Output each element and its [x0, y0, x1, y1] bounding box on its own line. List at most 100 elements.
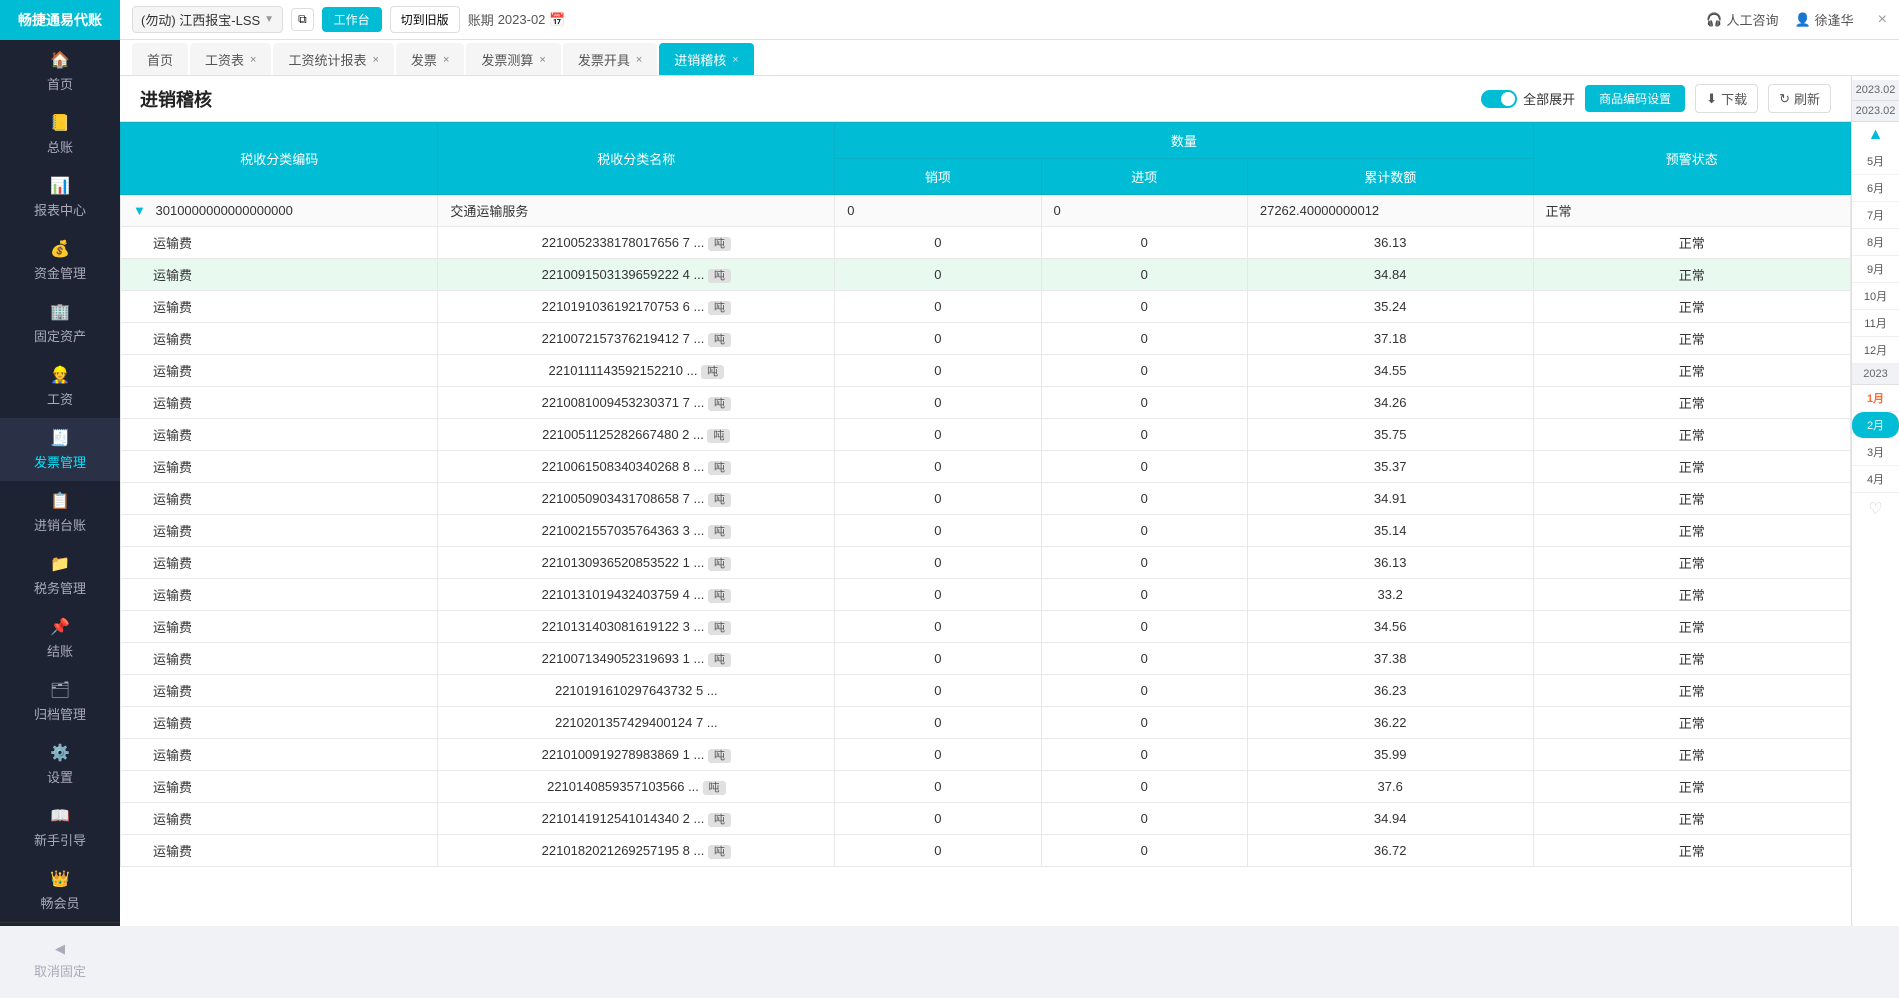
sidebar-item-settings[interactable]: ⚙️ 设置 [0, 733, 120, 796]
unit-tag: 吨 [708, 813, 731, 827]
close-period-icon: 📌 [50, 617, 70, 637]
sidebar-item-inout[interactable]: 📋 进销台账 [0, 481, 120, 544]
tab-payroll-stats-label: 工资统计报表 [288, 50, 366, 69]
sidebar-unpin[interactable]: ◀ 取消固定 [0, 931, 120, 990]
headset-icon: 🎧 [1706, 12, 1722, 28]
item-purchase: 0 [1041, 547, 1247, 579]
sidebar-item-guide[interactable]: 📖 新手引导 [0, 796, 120, 859]
item-name-cell: 运输费 [121, 451, 438, 483]
tax-icon: 📁 [50, 554, 70, 574]
tab-invoice-issue[interactable]: 发票开具 × [563, 43, 657, 75]
rp-month-6[interactable]: 6月 [1852, 175, 1899, 202]
rp-month-10[interactable]: 10月 [1852, 283, 1899, 310]
item-sales: 0 [835, 227, 1041, 259]
item-sales: 0 [835, 291, 1041, 323]
item-purchase: 0 [1041, 611, 1247, 643]
rp-month-2[interactable]: 2月 [1852, 412, 1899, 439]
user-menu[interactable]: 👤 徐逢华 [1794, 10, 1853, 29]
item-status: 正常 [1533, 355, 1850, 387]
tab-payroll[interactable]: 工资表 × [190, 43, 271, 75]
item-name-cell: 运输费 [121, 227, 438, 259]
rp-year-2023: 2023 [1852, 364, 1899, 385]
item-code-cell: 2210141912541014340 2 ... 吨 [438, 803, 835, 835]
switch-version-button[interactable]: 切到旧版 [390, 6, 460, 33]
sidebar-item-reports[interactable]: 📊 报表中心 [0, 166, 120, 229]
rp-month-4[interactable]: 4月 [1852, 466, 1899, 493]
rp-month-3[interactable]: 3月 [1852, 439, 1899, 466]
sidebar-item-payroll[interactable]: 👷 工资 [0, 355, 120, 418]
item-cumulative: 35.24 [1247, 291, 1533, 323]
table-container: 税收分类编码 税收分类名称 数量 预警状态 销项 进项 累计数额 [120, 122, 1851, 926]
rp-month-7[interactable]: 7月 [1852, 202, 1899, 229]
tab-home[interactable]: 首页 [132, 43, 188, 75]
expand-icon[interactable]: ▼ [133, 203, 146, 218]
table-row: 运输费 2210100919278983869 1 ... 吨 0 0 35.9… [121, 739, 1851, 771]
item-code-cell: 2210111143592152210 ... 吨 [438, 355, 835, 387]
sidebar-item-tax[interactable]: 📁 税务管理 [0, 544, 120, 607]
support-link[interactable]: 🎧 人工咨询 [1706, 10, 1778, 29]
item-cumulative: 34.55 [1247, 355, 1533, 387]
sidebar-item-close[interactable]: 📌 结账 [0, 607, 120, 670]
sidebar-item-label: 归档管理 [34, 704, 86, 723]
rp-month-9[interactable]: 9月 [1852, 256, 1899, 283]
item-status: 正常 [1533, 611, 1850, 643]
rp-month-1[interactable]: 1月 [1852, 385, 1899, 412]
sidebar-item-label: 报表中心 [34, 200, 86, 219]
toggle-expand[interactable]: 全部展开 [1481, 89, 1575, 108]
item-code-cell: 2210100919278983869 1 ... 吨 [438, 739, 835, 771]
tab-invoice-close[interactable]: × [443, 54, 449, 66]
rp-month-8[interactable]: 8月 [1852, 229, 1899, 256]
tab-invoice-calc[interactable]: 发票测算 × [466, 43, 560, 75]
item-sales: 0 [835, 515, 1041, 547]
sidebar-item-invoice[interactable]: 🧾 发票管理 [0, 418, 120, 481]
table-row: 运输费 2210182021269257195 8 ... 吨 0 0 36.7… [121, 835, 1851, 867]
item-name-cell: 运输费 [121, 291, 438, 323]
tab-invoice-issue-close[interactable]: × [636, 54, 642, 66]
company-selector[interactable]: (勿动) 江西报宝-LSS ▼ [132, 6, 283, 33]
tab-reconcile-close[interactable]: × [732, 54, 738, 66]
table-row: 运输费 2210061508340340268 8 ... 吨 0 0 35.3… [121, 451, 1851, 483]
item-sales: 0 [835, 611, 1041, 643]
sidebar-item-archive[interactable]: 🗂 归档管理 [0, 670, 120, 733]
commodity-code-settings-button[interactable]: 商品编码设置 [1585, 85, 1685, 112]
table-row: 运输费 2210140859357103566 ... 吨 0 0 37.6 正… [121, 771, 1851, 803]
group-purchase: 0 [1041, 195, 1247, 227]
tab-invoice[interactable]: 发票 × [396, 43, 464, 75]
sidebar-item-ledger[interactable]: 📒 总账 [0, 103, 120, 166]
item-cumulative: 37.18 [1247, 323, 1533, 355]
refresh-button[interactable]: ↻ 刷新 [1768, 84, 1831, 113]
copy-button[interactable]: ⧉ [291, 8, 314, 31]
rp-month-5[interactable]: 5月 [1852, 148, 1899, 175]
item-status: 正常 [1533, 707, 1850, 739]
tab-invoice-calc-close[interactable]: × [539, 54, 545, 66]
tab-payroll-stats-close[interactable]: × [372, 54, 378, 66]
item-status: 正常 [1533, 387, 1850, 419]
table-row: 运输费 2210191036192170753 6 ... 吨 0 0 35.2… [121, 291, 1851, 323]
sidebar-item-member[interactable]: 👑 畅会员 [0, 859, 120, 922]
rp-month-12[interactable]: 12月 [1852, 337, 1899, 364]
page-header: 进销稽核 全部展开 商品编码设置 ⬇ 下载 ↻ 刷新 [120, 76, 1851, 122]
table-row: 运输费 2210131403081619122 3 ... 吨 0 0 34.5… [121, 611, 1851, 643]
calendar-icon[interactable]: 📅 [549, 12, 565, 28]
rp-month-11[interactable]: 11月 [1852, 310, 1899, 337]
item-purchase: 0 [1041, 451, 1247, 483]
close-button[interactable]: × [1878, 11, 1887, 29]
item-cumulative: 36.72 [1247, 835, 1533, 867]
item-sales: 0 [835, 323, 1041, 355]
sidebar-item-home[interactable]: 🏠 首页 [0, 40, 120, 103]
workbench-button[interactable]: 工作台 [322, 7, 382, 32]
tab-reconcile[interactable]: 进销稽核 × [659, 43, 753, 75]
table-row: 运输费 2210072157376219412 7 ... 吨 0 0 37.1… [121, 323, 1851, 355]
sidebar-item-funds[interactable]: 💰 资金管理 [0, 229, 120, 292]
toggle-switch[interactable] [1481, 90, 1517, 108]
item-cumulative: 37.38 [1247, 643, 1533, 675]
sidebar-item-label: 税务管理 [34, 578, 86, 597]
tab-payroll-stats[interactable]: 工资统计报表 × [273, 43, 393, 75]
item-sales: 0 [835, 675, 1041, 707]
item-purchase: 0 [1041, 643, 1247, 675]
sidebar-item-assets[interactable]: 🏢 固定资产 [0, 292, 120, 355]
download-button[interactable]: ⬇ 下载 [1695, 84, 1758, 113]
rp-scroll-up[interactable]: ▲ [1864, 122, 1888, 148]
tab-payroll-close[interactable]: × [250, 54, 256, 66]
group-name-cell: 交通运输服务 [438, 195, 835, 227]
